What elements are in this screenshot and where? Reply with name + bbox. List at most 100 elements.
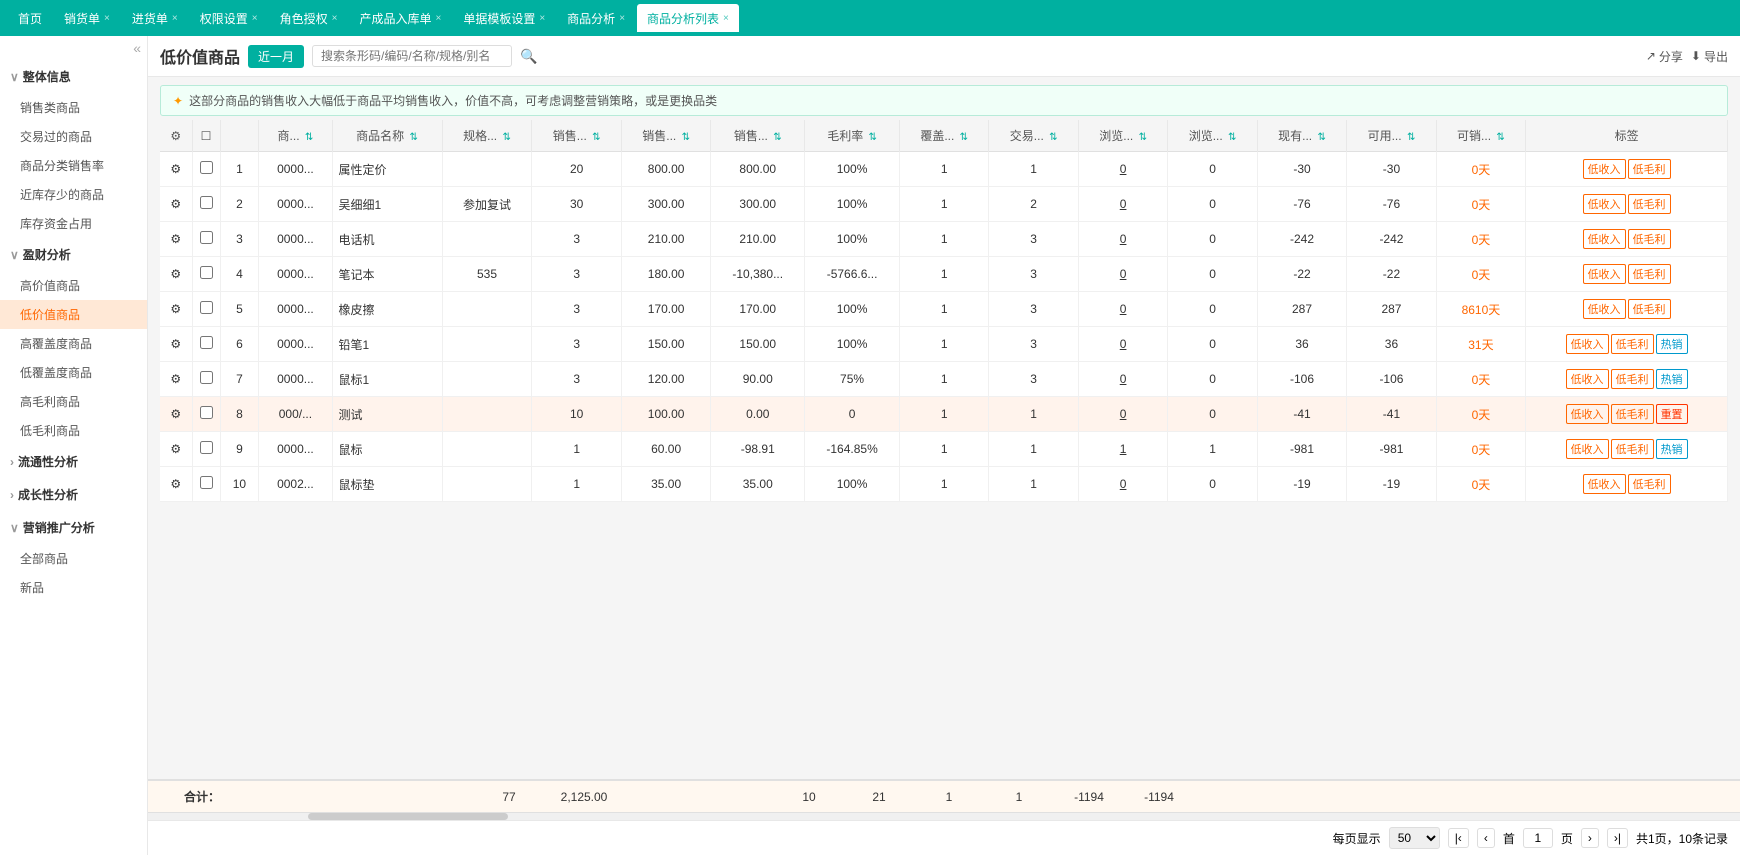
col-sale-cost[interactable]: 销售... ⇅	[711, 120, 805, 152]
row-checkbox[interactable]	[200, 406, 213, 419]
nav-item-商品分析列表[interactable]: 商品分析列表×	[637, 4, 739, 32]
nav-item-产成品入库单[interactable]: 产成品入库单×	[349, 4, 451, 32]
nav-item-角色授权[interactable]: 角色授权×	[270, 4, 348, 32]
prev-page-button[interactable]: ‹	[1477, 828, 1495, 848]
browse1-link[interactable]: 0	[1120, 302, 1127, 316]
cell-settings[interactable]: ⚙	[160, 362, 192, 397]
nav-close-icon[interactable]: ×	[252, 13, 258, 24]
settings-icon[interactable]: ⚙	[170, 442, 181, 456]
cell-settings[interactable]: ⚙	[160, 292, 192, 327]
sidebar-group-盈财分析[interactable]: ∨盈财分析	[0, 238, 147, 271]
browse1-link[interactable]: 0	[1120, 162, 1127, 176]
cell-browse1[interactable]: 0	[1078, 467, 1167, 502]
cell-settings[interactable]: ⚙	[160, 222, 192, 257]
nav-item-商品分析[interactable]: 商品分析×	[557, 4, 635, 32]
first-page-button[interactable]: |‹	[1448, 828, 1469, 848]
sidebar-item-高价值商品[interactable]: 高价值商品	[0, 271, 147, 300]
cell-checkbox[interactable]	[192, 362, 220, 397]
nav-close-icon[interactable]: ×	[723, 13, 729, 24]
browse1-link[interactable]: 1	[1120, 442, 1127, 456]
browse1-link[interactable]: 0	[1120, 337, 1127, 351]
settings-icon[interactable]: ⚙	[170, 197, 181, 211]
nav-close-icon[interactable]: ×	[435, 13, 441, 24]
cell-browse1[interactable]: 0	[1078, 292, 1167, 327]
settings-icon[interactable]: ⚙	[170, 407, 181, 421]
cell-checkbox[interactable]	[192, 152, 220, 187]
row-checkbox[interactable]	[200, 371, 213, 384]
row-checkbox[interactable]	[200, 336, 213, 349]
col-gross-rate[interactable]: 毛利率 ⇅	[805, 120, 900, 152]
sidebar-item-全部商品[interactable]: 全部商品	[0, 544, 147, 573]
share-button[interactable]: ↗ 分享	[1646, 48, 1683, 65]
next-page-button[interactable]: ›	[1581, 828, 1599, 848]
sidebar-item-库存资金占用[interactable]: 库存资金占用	[0, 209, 147, 238]
sidebar-item-商品分类销售率[interactable]: 商品分类销售率	[0, 151, 147, 180]
nav-item-销货单[interactable]: 销货单×	[54, 4, 120, 32]
row-checkbox[interactable]	[200, 301, 213, 314]
sidebar-group-整体信息[interactable]: ∨整体信息	[0, 60, 147, 93]
settings-icon[interactable]: ⚙	[170, 232, 181, 246]
cell-browse1[interactable]: 0	[1078, 187, 1167, 222]
sidebar-item-高毛利商品[interactable]: 高毛利商品	[0, 387, 147, 416]
browse1-link[interactable]: 0	[1120, 407, 1127, 421]
search-icon[interactable]: 🔍	[520, 48, 537, 65]
cell-settings[interactable]: ⚙	[160, 467, 192, 502]
last-page-button[interactable]: ›|	[1607, 828, 1628, 848]
row-checkbox[interactable]	[200, 476, 213, 489]
settings-icon[interactable]: ⚙	[170, 267, 181, 281]
sidebar-item-低毛利商品[interactable]: 低毛利商品	[0, 416, 147, 445]
col-spec[interactable]: 规格... ⇅	[442, 120, 532, 152]
collapse-icon[interactable]: «	[133, 40, 141, 56]
cell-browse1[interactable]: 0	[1078, 362, 1167, 397]
nav-close-icon[interactable]: ×	[619, 13, 625, 24]
settings-icon[interactable]: ⚙	[170, 302, 181, 316]
nav-close-icon[interactable]: ×	[539, 13, 545, 24]
filter-button[interactable]: 近一月	[248, 45, 304, 68]
col-sale-amount[interactable]: 销售... ⇅	[621, 120, 710, 152]
row-checkbox[interactable]	[200, 196, 213, 209]
browse1-link[interactable]: 0	[1120, 267, 1127, 281]
cell-checkbox[interactable]	[192, 257, 220, 292]
settings-icon[interactable]: ⚙	[170, 372, 181, 386]
col-coverage[interactable]: 覆盖... ⇅	[899, 120, 988, 152]
cell-checkbox[interactable]	[192, 187, 220, 222]
sidebar-group-流通性分析[interactable]: ›流通性分析	[0, 445, 147, 478]
nav-item-首页[interactable]: 首页	[8, 4, 52, 32]
nav-item-进货单[interactable]: 进货单×	[122, 4, 188, 32]
col-browse2[interactable]: 浏览... ⇅	[1168, 120, 1257, 152]
cell-browse1[interactable]: 0	[1078, 152, 1167, 187]
cell-browse1[interactable]: 0	[1078, 222, 1167, 257]
settings-icon[interactable]: ⚙	[170, 162, 181, 176]
export-button[interactable]: ⬇ 导出	[1691, 48, 1728, 65]
col-stock-now[interactable]: 现有... ⇅	[1257, 120, 1346, 152]
cell-checkbox[interactable]	[192, 467, 220, 502]
browse1-link[interactable]: 0	[1120, 197, 1127, 211]
cell-settings[interactable]: ⚙	[160, 327, 192, 362]
col-name[interactable]: 商品名称 ⇅	[332, 120, 442, 152]
cell-settings[interactable]: ⚙	[160, 257, 192, 292]
sidebar-item-高覆盖度商品[interactable]: 高覆盖度商品	[0, 329, 147, 358]
row-checkbox[interactable]	[200, 441, 213, 454]
sidebar-group-成长性分析[interactable]: ›成长性分析	[0, 478, 147, 511]
nav-close-icon[interactable]: ×	[332, 13, 338, 24]
row-checkbox[interactable]	[200, 161, 213, 174]
settings-icon[interactable]: ⚙	[170, 337, 181, 351]
cell-checkbox[interactable]	[192, 327, 220, 362]
row-checkbox[interactable]	[200, 266, 213, 279]
col-settings[interactable]: ⚙	[160, 120, 192, 152]
cell-browse1[interactable]: 0	[1078, 397, 1167, 432]
col-checkbox[interactable]: ☐	[192, 120, 220, 152]
cell-browse1[interactable]: 1	[1078, 432, 1167, 467]
nav-item-权限设置[interactable]: 权限设置×	[190, 4, 268, 32]
cell-checkbox[interactable]	[192, 432, 220, 467]
sidebar-item-低价值商品[interactable]: 低价值商品	[0, 300, 147, 329]
col-trade[interactable]: 交易... ⇅	[989, 120, 1078, 152]
col-stock-sale[interactable]: 可销... ⇅	[1436, 120, 1525, 152]
cell-settings[interactable]: ⚙	[160, 397, 192, 432]
cell-browse1[interactable]: 0	[1078, 257, 1167, 292]
browse1-link[interactable]: 0	[1120, 477, 1127, 491]
cell-checkbox[interactable]	[192, 292, 220, 327]
nav-close-icon[interactable]: ×	[104, 13, 110, 24]
nav-close-icon[interactable]: ×	[172, 13, 178, 24]
sidebar-item-低覆盖度商品[interactable]: 低覆盖度商品	[0, 358, 147, 387]
